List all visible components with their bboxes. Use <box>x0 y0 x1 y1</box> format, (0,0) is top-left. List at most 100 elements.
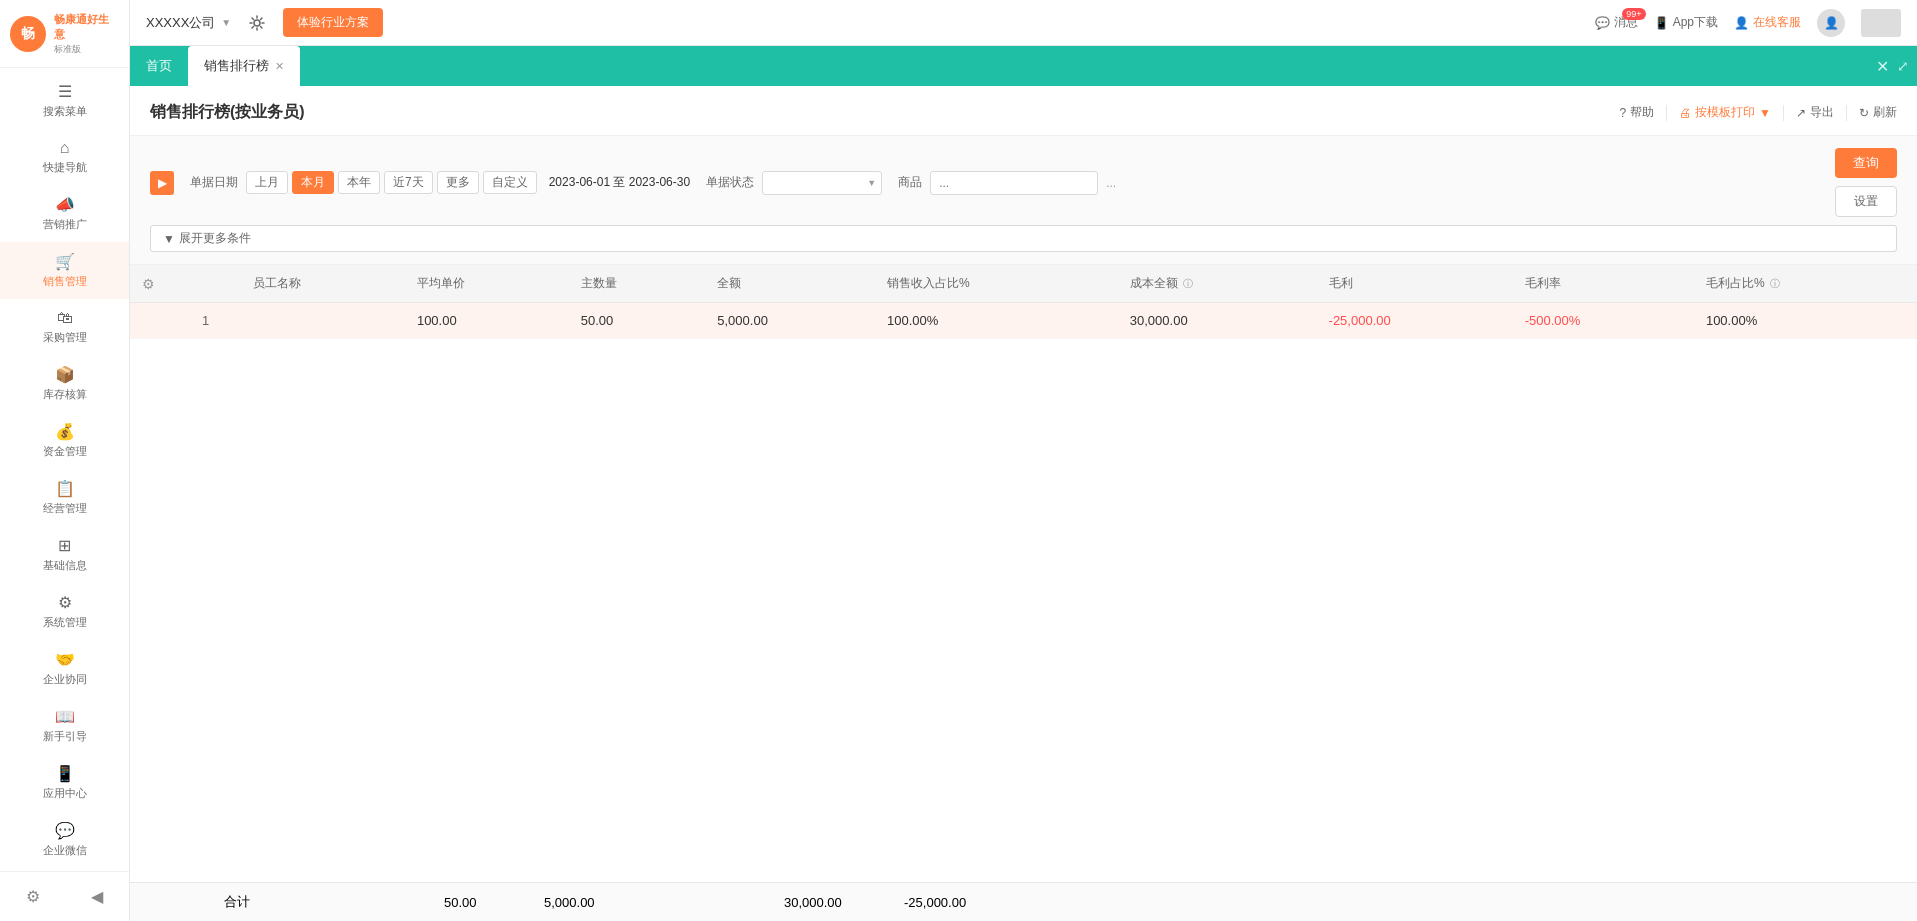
chevron-down-icon: ▼ <box>221 17 231 28</box>
tab-window-close-button[interactable]: ✕ <box>1876 57 1889 76</box>
company-selector[interactable]: XXXXX公司 ▼ <box>146 14 231 32</box>
sidebar-item-label-inventory: 库存核算 <box>43 387 87 402</box>
app-icon: 📱 <box>1654 16 1669 30</box>
header-message-button[interactable]: 💬 消息 99+ <box>1595 14 1638 31</box>
date-btn-this-month[interactable]: 本月 <box>292 171 334 194</box>
date-btn-custom[interactable]: 自定义 <box>483 171 537 194</box>
service-icon: 👤 <box>1734 16 1749 30</box>
sidebar-item-inventory[interactable]: 📦 库存核算 <box>0 355 129 412</box>
sidebar-item-marketing[interactable]: 📣 营销推广 <box>0 185 129 242</box>
sidebar-item-sales[interactable]: 🛒 销售管理 <box>0 242 129 299</box>
sidebar-settings-button[interactable]: ⚙ <box>21 882 45 911</box>
sidebar-item-collab[interactable]: 🤝 企业协同 <box>0 640 129 697</box>
th-gross-pct: 毛利占比% ⓘ <box>1694 265 1917 303</box>
finance-icon: 💰 <box>55 422 75 441</box>
query-actions: 查询 设置 <box>1835 148 1897 217</box>
tab-window-resize-button[interactable]: ⤢ <box>1897 58 1909 74</box>
sidebar-item-search[interactable]: ☰ 搜索菜单 <box>0 72 129 129</box>
header-service-button[interactable]: 👤 在线客服 <box>1734 14 1801 31</box>
user-name-display <box>1861 9 1901 37</box>
td-gross: -25,000.00 <box>1317 303 1513 339</box>
filter-toggle-button[interactable]: ▶ <box>150 171 174 195</box>
goods-more-icon[interactable]: ... <box>1106 176 1116 190</box>
sidebar-item-label-search: 搜索菜单 <box>43 104 87 119</box>
search-menu-icon: ☰ <box>58 82 72 101</box>
expand-row: ▼ 展开更多条件 <box>150 225 1897 252</box>
sidebar-item-appstore[interactable]: 📱 应用中心 <box>0 754 129 811</box>
status-select[interactable] <box>762 171 882 195</box>
column-settings-icon[interactable]: ⚙ <box>142 276 155 292</box>
footer-amount-cell: 5,000.00 <box>532 895 652 910</box>
system-icon: ⚙ <box>58 593 72 612</box>
export-button[interactable]: ↗ 导出 <box>1796 104 1834 121</box>
marketing-icon: 📣 <box>55 195 75 214</box>
footer-cost-cell: 30,000.00 <box>772 895 892 910</box>
data-table: ⚙ 员工名称 平均单价 主数量 全额 <box>130 265 1917 339</box>
sidebar-item-label-shortcut: 快捷导航 <box>43 160 87 175</box>
tab-close-icon[interactable]: ✕ <box>275 60 284 73</box>
guide-icon: 📖 <box>55 707 75 726</box>
td-avg-price: 100.00 <box>405 303 569 339</box>
company-name: XXXXX公司 <box>146 14 215 32</box>
tab-bar: 首页 销售排行榜 ✕ ✕ ⤢ <box>130 46 1917 86</box>
gross-pct-info-icon[interactable]: ⓘ <box>1770 278 1780 289</box>
gear-icon <box>249 15 265 31</box>
help-label: 帮助 <box>1630 104 1654 121</box>
th-sales-pct: 销售收入占比% <box>875 265 1118 303</box>
trial-button[interactable]: 体验行业方案 <box>283 8 383 37</box>
date-buttons: 上月 本月 本年 近7天 更多 自定义 <box>246 171 537 194</box>
sidebar-item-label-wechat: 企业微信 <box>43 843 87 858</box>
sidebar-item-basic[interactable]: ⊞ 基础信息 <box>0 526 129 583</box>
print-label: 按模板打印 <box>1695 104 1755 121</box>
cost-info-icon[interactable]: ⓘ <box>1183 278 1193 289</box>
query-button[interactable]: 查询 <box>1835 148 1897 178</box>
goods-input[interactable] <box>930 171 1098 195</box>
filter-status-item: 单据状态 <box>706 171 882 195</box>
header-settings-button[interactable] <box>243 9 271 37</box>
tab-sales-rank[interactable]: 销售排行榜 ✕ <box>188 46 300 86</box>
tab-sales-rank-label: 销售排行榜 <box>204 57 269 75</box>
td-rank: 1 <box>170 303 241 339</box>
print-button[interactable]: 🖨 按模板打印 ▼ <box>1679 104 1771 121</box>
sidebar-item-operation[interactable]: 📋 经营管理 <box>0 469 129 526</box>
th-cost: 成本全额 ⓘ <box>1118 265 1317 303</box>
date-btn-more[interactable]: 更多 <box>437 171 479 194</box>
sidebar-item-finance[interactable]: 💰 资金管理 <box>0 412 129 469</box>
brand-name: 畅康通好生意 <box>54 12 119 43</box>
sidebar-item-wechat[interactable]: 💬 企业微信 <box>0 811 129 868</box>
sidebar-item-label-collab: 企业协同 <box>43 672 87 687</box>
sidebar-item-purchase[interactable]: 🛍 采购管理 <box>0 299 129 355</box>
sidebar-item-label-appstore: 应用中心 <box>43 786 87 801</box>
date-btn-this-year[interactable]: 本年 <box>338 171 380 194</box>
filter-goods-label: 商品 <box>898 174 922 191</box>
date-btn-last-month[interactable]: 上月 <box>246 171 288 194</box>
logo-badge: 标准版 <box>54 43 119 56</box>
export-label: 导出 <box>1810 104 1834 121</box>
sidebar-item-shortcut[interactable]: ⌂ 快捷导航 <box>0 129 129 185</box>
sidebar-collapse-button[interactable]: ◀ <box>86 882 108 911</box>
filter-area: ▶ 单据日期 上月 本月 本年 近7天 更多 自定义 2023-06-01 至 … <box>130 136 1917 265</box>
sidebar-item-label-operation: 经营管理 <box>43 501 87 516</box>
refresh-label: 刷新 <box>1873 104 1897 121</box>
th-amount: 全额 <box>705 265 875 303</box>
footer-gross-cell: -25,000.00 <box>892 895 1012 910</box>
sidebar-item-guide[interactable]: 📖 新手引导 <box>0 697 129 754</box>
sidebar-item-system[interactable]: ⚙ 系统管理 <box>0 583 129 640</box>
expand-icon: ▼ <box>163 232 175 246</box>
td-qty: 50.00 <box>569 303 706 339</box>
expand-conditions-button[interactable]: ▼ 展开更多条件 <box>150 225 1897 252</box>
tab-home[interactable]: 首页 <box>130 46 188 86</box>
user-avatar[interactable]: 👤 <box>1817 9 1845 37</box>
help-button[interactable]: ? 帮助 <box>1619 104 1654 121</box>
settings-panel-button[interactable]: 设置 <box>1835 186 1897 217</box>
header-app-button[interactable]: 📱 App下载 <box>1654 14 1718 31</box>
td-cost: 30,000.00 <box>1118 303 1317 339</box>
app-label: App下载 <box>1673 14 1718 31</box>
service-label: 在线客服 <box>1753 14 1801 31</box>
date-btn-7days[interactable]: 近7天 <box>384 171 433 194</box>
refresh-button[interactable]: ↻ 刷新 <box>1859 104 1897 121</box>
date-range-display: 2023-06-01 至 2023-06-30 <box>549 174 690 191</box>
sidebar-bottom: ⚙ ◀ <box>0 871 129 921</box>
logo-text-block: 畅康通好生意 标准版 <box>54 12 119 55</box>
sidebar: 畅 畅康通好生意 标准版 ☰ 搜索菜单 ⌂ 快捷导航 📣 营销推广 🛒 销售管理… <box>0 0 130 921</box>
